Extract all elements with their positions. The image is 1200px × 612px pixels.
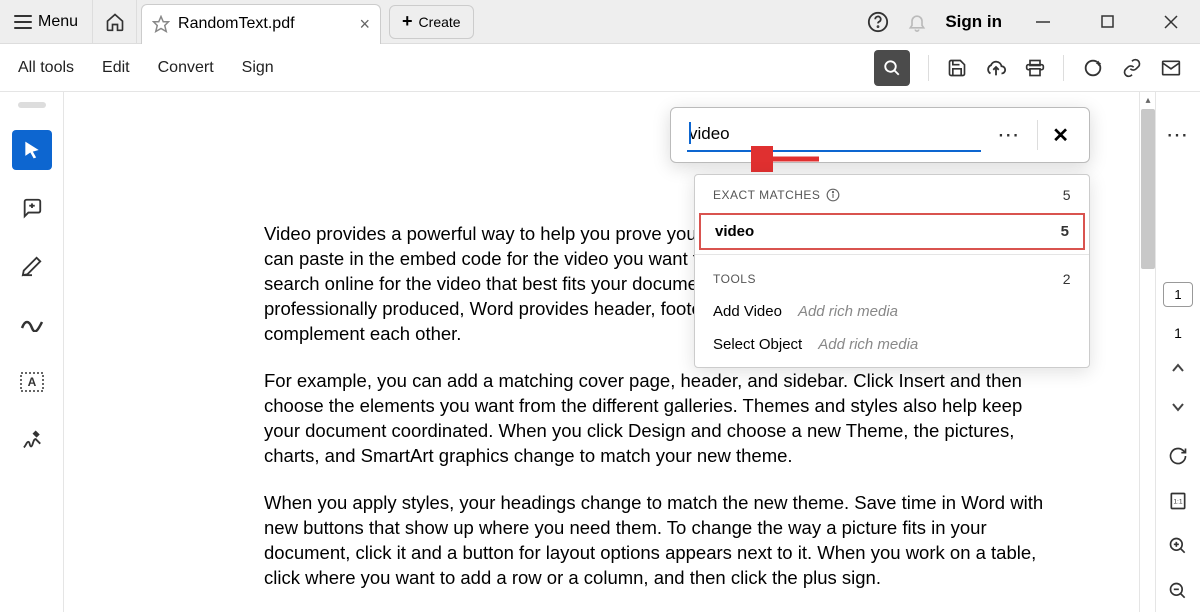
- save-icon[interactable]: [947, 58, 967, 78]
- main-toolbar: All tools Edit Convert Sign: [0, 44, 1200, 92]
- svg-text:A: A: [27, 375, 36, 389]
- exact-matches-label: EXACT MATCHES: [713, 188, 820, 202]
- separator: [1063, 55, 1064, 81]
- menu-button[interactable]: Menu: [0, 0, 93, 44]
- tools-count: 2: [1063, 271, 1071, 287]
- tool-result-item[interactable]: Add Video Add rich media: [695, 295, 1089, 328]
- annotation-arrow: [751, 146, 821, 172]
- tab-title: RandomText.pdf: [178, 15, 295, 33]
- tool-name: Select Object: [713, 336, 802, 353]
- drag-handle[interactable]: [18, 102, 46, 108]
- right-panel: ⋯ 1 1 1:1: [1155, 92, 1200, 612]
- window-maximize[interactable]: [1084, 0, 1130, 44]
- left-toolbar: A: [0, 92, 64, 612]
- search-results-popup: EXACT MATCHES 5 video 5 TOOLS 2 Add Vide…: [694, 174, 1090, 368]
- create-button[interactable]: + Create: [389, 5, 474, 39]
- info-icon[interactable]: [826, 188, 840, 202]
- exact-matches-count: 5: [1063, 187, 1071, 203]
- paragraph: For example, you can add a matching cove…: [264, 369, 1044, 469]
- search-icon: [883, 59, 901, 77]
- tab-close-button[interactable]: ×: [360, 14, 371, 35]
- toolbar-right: [874, 50, 1182, 86]
- search-result-item[interactable]: video 5: [699, 213, 1085, 250]
- titlebar-right: Sign in: [867, 0, 1200, 44]
- hamburger-icon: [14, 15, 32, 29]
- home-icon: [105, 12, 125, 32]
- text-cursor: [689, 122, 691, 144]
- zoom-out-button[interactable]: [1164, 579, 1192, 602]
- textbox-icon: A: [20, 372, 44, 392]
- ai-sparkle-icon[interactable]: [1082, 57, 1104, 79]
- paragraph: When you apply styles, your headings cha…: [264, 491, 1044, 591]
- sign-button[interactable]: Sign: [242, 59, 274, 77]
- page-input[interactable]: 1: [1163, 282, 1193, 307]
- scroll-thumb[interactable]: [1141, 109, 1155, 269]
- highlight-tool[interactable]: [12, 246, 52, 286]
- exact-matches-header: EXACT MATCHES 5: [695, 175, 1089, 211]
- pencil-icon: [21, 255, 43, 277]
- star-icon: [152, 15, 170, 33]
- print-icon[interactable]: [1025, 58, 1045, 78]
- divider: [695, 254, 1089, 255]
- page-total: 1: [1174, 325, 1182, 341]
- workspace: A Video provides a powerful way to help …: [0, 92, 1200, 612]
- rotate-button[interactable]: [1164, 445, 1192, 468]
- document-tab[interactable]: RandomText.pdf ×: [141, 4, 381, 44]
- zoom-in-button[interactable]: [1164, 534, 1192, 557]
- tool-name: Add Video: [713, 303, 782, 320]
- link-icon[interactable]: [1122, 58, 1142, 78]
- select-tool[interactable]: [12, 130, 52, 170]
- signature-tool[interactable]: [12, 420, 52, 460]
- cloud-upload-icon[interactable]: [985, 57, 1007, 79]
- home-button[interactable]: [93, 0, 137, 44]
- search-popup: ⋯ ✕: [670, 107, 1090, 163]
- page-up-button[interactable]: [1164, 357, 1192, 380]
- draw-tool[interactable]: [12, 304, 52, 344]
- bell-icon[interactable]: [907, 12, 927, 32]
- page-down-button[interactable]: [1164, 396, 1192, 419]
- vertical-scrollbar[interactable]: ▴: [1139, 92, 1155, 612]
- signin-button[interactable]: Sign in: [945, 12, 1002, 32]
- window-close[interactable]: [1148, 0, 1194, 44]
- fit-page-button[interactable]: 1:1: [1164, 489, 1192, 512]
- scroll-up-button[interactable]: ▴: [1140, 92, 1156, 108]
- search-options-button[interactable]: ⋯: [991, 122, 1027, 148]
- plus-icon: +: [402, 11, 413, 32]
- all-tools-button[interactable]: All tools: [18, 59, 74, 77]
- search-close-button[interactable]: ✕: [1048, 123, 1073, 148]
- window-minimize[interactable]: [1020, 0, 1066, 44]
- convert-button[interactable]: Convert: [158, 59, 214, 77]
- tools-label: TOOLS: [713, 272, 756, 286]
- mail-icon[interactable]: [1160, 58, 1182, 78]
- svg-text:1:1: 1:1: [1173, 498, 1183, 505]
- search-button[interactable]: [874, 50, 910, 86]
- freehand-icon: [20, 316, 44, 332]
- cursor-icon: [22, 139, 42, 161]
- tools-header: TOOLS 2: [695, 259, 1089, 295]
- create-label: Create: [419, 14, 461, 30]
- tool-result-item[interactable]: Select Object Add rich media: [695, 328, 1089, 367]
- result-count: 5: [1061, 223, 1069, 240]
- textbox-tool[interactable]: A: [12, 362, 52, 402]
- separator: [1037, 120, 1038, 150]
- edit-button[interactable]: Edit: [102, 59, 130, 77]
- titlebar: Menu RandomText.pdf × + Create Sign in: [0, 0, 1200, 44]
- tool-hint: Add rich media: [798, 303, 898, 320]
- more-options-button[interactable]: ⋯: [1166, 122, 1190, 148]
- comment-icon: [21, 197, 43, 219]
- signature-icon: [20, 429, 44, 451]
- comment-tool[interactable]: [12, 188, 52, 228]
- help-icon[interactable]: [867, 11, 889, 33]
- result-term: video: [715, 223, 754, 240]
- tool-hint: Add rich media: [818, 336, 918, 353]
- separator: [928, 55, 929, 81]
- search-input[interactable]: [687, 118, 981, 152]
- menu-label: Menu: [38, 13, 78, 31]
